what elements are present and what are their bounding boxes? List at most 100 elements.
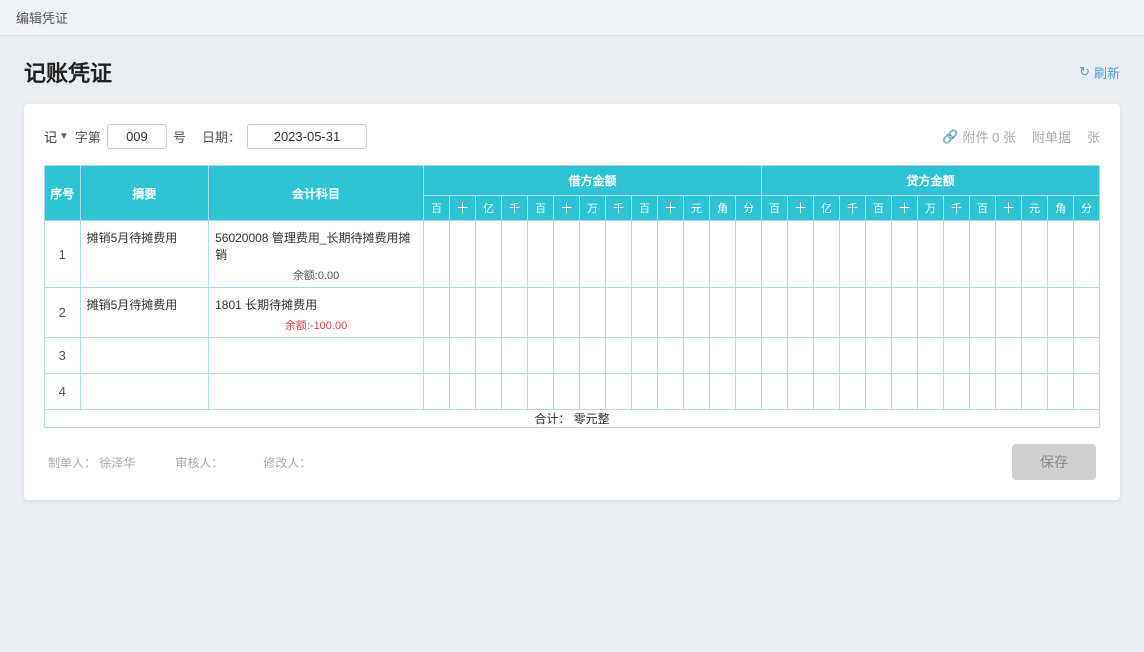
row1-credit-亿[interactable] xyxy=(813,221,839,288)
row4-credit-百3[interactable] xyxy=(969,374,995,410)
row3-credit-十3[interactable] xyxy=(995,338,1021,374)
refresh-button[interactable]: ↻ 刷新 xyxy=(1079,63,1120,82)
row4-account[interactable] xyxy=(209,374,424,410)
row3-debit-十2[interactable] xyxy=(553,338,579,374)
row4-debit-十1[interactable] xyxy=(449,374,475,410)
row4-credit-十3[interactable] xyxy=(995,374,1021,410)
row3-credit-角[interactable] xyxy=(1047,338,1073,374)
row2-debit-元[interactable] xyxy=(683,288,709,338)
row1-debit-万[interactable] xyxy=(579,221,605,288)
row1-debit-千2[interactable] xyxy=(605,221,631,288)
row2-credit-十3[interactable] xyxy=(995,288,1021,338)
attachment-link[interactable]: 🔗 附件 0 张 xyxy=(942,127,1016,146)
row2-credit-百3[interactable] xyxy=(969,288,995,338)
row2-credit-亿[interactable] xyxy=(813,288,839,338)
row1-credit-分[interactable] xyxy=(1073,221,1099,288)
row3-summary[interactable] xyxy=(80,338,209,374)
row4-credit-万[interactable] xyxy=(917,374,943,410)
row2-summary[interactable]: 摊销5月待摊费用 xyxy=(80,288,209,338)
date-input[interactable] xyxy=(247,124,367,149)
row2-debit-十2[interactable] xyxy=(553,288,579,338)
row2-debit-十1[interactable] xyxy=(449,288,475,338)
row3-credit-万[interactable] xyxy=(917,338,943,374)
save-button[interactable]: 保存 xyxy=(1012,444,1096,480)
row4-debit-万[interactable] xyxy=(579,374,605,410)
row3-debit-千1[interactable] xyxy=(501,338,527,374)
type-dropdown[interactable]: 记 ▼ xyxy=(44,127,69,146)
row3-debit-元[interactable] xyxy=(683,338,709,374)
row4-credit-元[interactable] xyxy=(1021,374,1047,410)
row2-credit-角[interactable] xyxy=(1047,288,1073,338)
row4-credit-分[interactable] xyxy=(1073,374,1099,410)
row2-account[interactable]: 1801 长期待摊费用 余额:-100.00 xyxy=(209,288,424,338)
row1-credit-十2[interactable] xyxy=(891,221,917,288)
row1-credit-角[interactable] xyxy=(1047,221,1073,288)
row1-debit-十3[interactable] xyxy=(657,221,683,288)
row2-credit-千2[interactable] xyxy=(943,288,969,338)
row4-debit-分[interactable] xyxy=(735,374,761,410)
row1-credit-百3[interactable] xyxy=(969,221,995,288)
row1-debit-角[interactable] xyxy=(709,221,735,288)
row4-debit-角[interactable] xyxy=(709,374,735,410)
row3-debit-百3[interactable] xyxy=(631,338,657,374)
row1-debit-千1[interactable] xyxy=(501,221,527,288)
row3-credit-元[interactable] xyxy=(1021,338,1047,374)
row1-account[interactable]: 56020008 管理费用_长期待摊费用摊销 余额:0.00 xyxy=(209,221,424,288)
row3-debit-十1[interactable] xyxy=(449,338,475,374)
row1-credit-十3[interactable] xyxy=(995,221,1021,288)
row3-debit-百2[interactable] xyxy=(527,338,553,374)
row2-credit-千1[interactable] xyxy=(839,288,865,338)
row1-debit-十2[interactable] xyxy=(553,221,579,288)
row3-credit-千1[interactable] xyxy=(839,338,865,374)
row4-credit-十1[interactable] xyxy=(787,374,813,410)
row2-credit-元[interactable] xyxy=(1021,288,1047,338)
row3-credit-百3[interactable] xyxy=(969,338,995,374)
row2-credit-百1[interactable] xyxy=(761,288,787,338)
row3-debit-十3[interactable] xyxy=(657,338,683,374)
row1-debit-亿[interactable] xyxy=(475,221,501,288)
row4-debit-十2[interactable] xyxy=(553,374,579,410)
row3-debit-角[interactable] xyxy=(709,338,735,374)
row3-credit-亿[interactable] xyxy=(813,338,839,374)
row3-credit-百1[interactable] xyxy=(761,338,787,374)
row1-debit-十1[interactable] xyxy=(449,221,475,288)
row3-account[interactable] xyxy=(209,338,424,374)
row2-debit-万[interactable] xyxy=(579,288,605,338)
row2-debit-百1[interactable] xyxy=(423,288,449,338)
row1-debit-百2[interactable] xyxy=(527,221,553,288)
row4-credit-角[interactable] xyxy=(1047,374,1073,410)
row1-credit-万[interactable] xyxy=(917,221,943,288)
row2-credit-十1[interactable] xyxy=(787,288,813,338)
row3-debit-分[interactable] xyxy=(735,338,761,374)
row4-credit-百2[interactable] xyxy=(865,374,891,410)
row4-credit-亿[interactable] xyxy=(813,374,839,410)
row3-debit-万[interactable] xyxy=(579,338,605,374)
row2-debit-亿[interactable] xyxy=(475,288,501,338)
row4-debit-百3[interactable] xyxy=(631,374,657,410)
row4-credit-十2[interactable] xyxy=(891,374,917,410)
row4-summary[interactable] xyxy=(80,374,209,410)
row2-debit-十3[interactable] xyxy=(657,288,683,338)
row1-debit-百3[interactable] xyxy=(631,221,657,288)
sheet-link[interactable]: 附单据 xyxy=(1032,127,1071,146)
row2-credit-百2[interactable] xyxy=(865,288,891,338)
row3-credit-千2[interactable] xyxy=(943,338,969,374)
row2-credit-万[interactable] xyxy=(917,288,943,338)
row4-debit-亿[interactable] xyxy=(475,374,501,410)
row3-debit-亿[interactable] xyxy=(475,338,501,374)
row2-debit-千1[interactable] xyxy=(501,288,527,338)
row1-credit-百2[interactable] xyxy=(865,221,891,288)
row2-credit-十2[interactable] xyxy=(891,288,917,338)
row3-credit-百2[interactable] xyxy=(865,338,891,374)
row4-credit-千1[interactable] xyxy=(839,374,865,410)
row4-debit-千2[interactable] xyxy=(605,374,631,410)
row4-credit-千2[interactable] xyxy=(943,374,969,410)
row2-debit-分[interactable] xyxy=(735,288,761,338)
row3-credit-分[interactable] xyxy=(1073,338,1099,374)
row4-debit-千1[interactable] xyxy=(501,374,527,410)
row1-summary[interactable]: 摊销5月待摊费用 xyxy=(80,221,209,288)
row2-debit-千2[interactable] xyxy=(605,288,631,338)
row1-credit-千1[interactable] xyxy=(839,221,865,288)
row1-credit-百1[interactable] xyxy=(761,221,787,288)
row3-debit-百1[interactable] xyxy=(423,338,449,374)
